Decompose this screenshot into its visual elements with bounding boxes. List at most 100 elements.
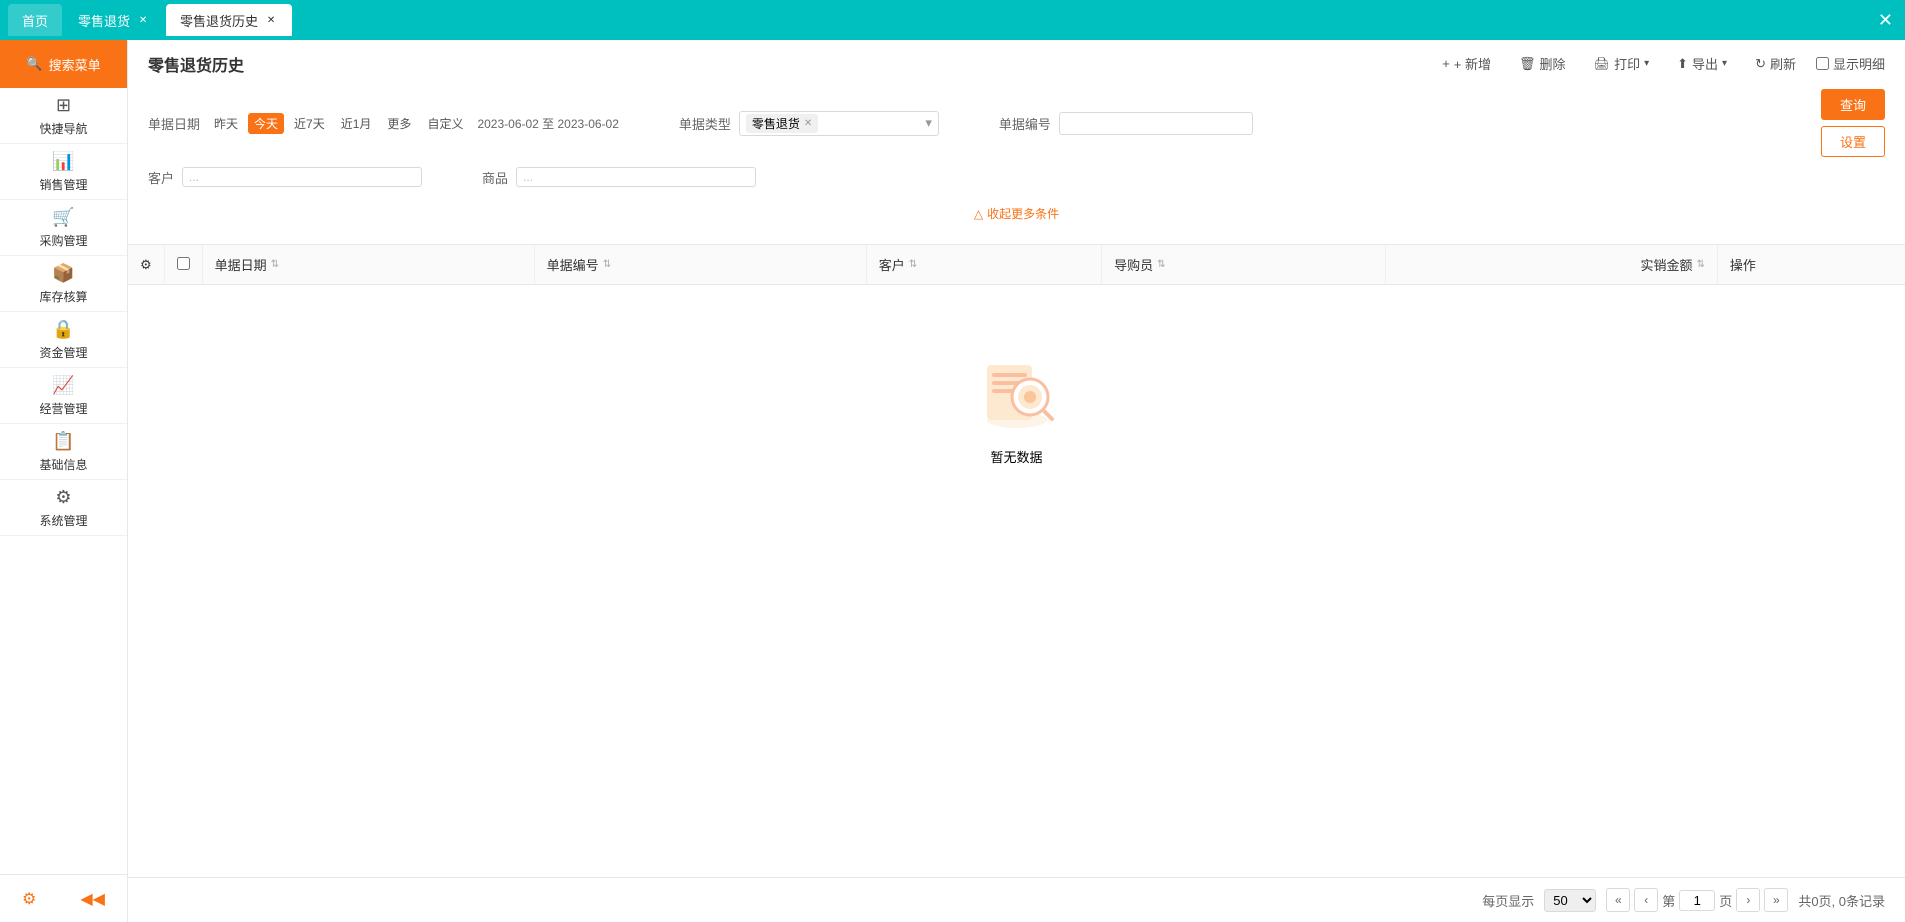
filter-row-2: 客户 ... 商品 ... (148, 167, 1885, 187)
page-size-select[interactable]: 50 10 20 100 (1544, 889, 1596, 912)
refresh-button[interactable]: ↻ 刷新 (1747, 50, 1804, 77)
sidebar-item-label-purchase: 采购管理 (39, 232, 87, 249)
date-buttons: 昨天 今天 近7天 近1月 更多 自定义 (208, 113, 469, 134)
tab-retail-return-label: 零售退货 (78, 11, 130, 30)
sidebar-item-operations[interactable]: 📈 经营管理 (0, 368, 127, 424)
page-title: 零售退货历史 (148, 52, 244, 76)
tab-retail-return-history-close[interactable]: ✕ (264, 13, 278, 27)
sidebar-item-label-sales: 销售管理 (39, 176, 87, 193)
export-button[interactable]: ⬆ 导出 ▾ (1669, 50, 1735, 77)
operations-icon: 📈 (52, 375, 74, 396)
type-label: 单据类型 (679, 114, 731, 133)
sidebar-item-sales[interactable]: 📊 销售管理 (0, 144, 127, 200)
date-btn-7days[interactable]: 近7天 (288, 113, 331, 134)
select-all-checkbox[interactable] (177, 257, 190, 270)
page-prev-button[interactable]: ‹ (1634, 888, 1658, 912)
print-icon: 🖨 (1594, 56, 1611, 72)
customer-label: 客户 (148, 168, 174, 187)
amount-sort-icon: ⇅ (1697, 259, 1705, 270)
sidebar-item-label-operations: 经营管理 (39, 400, 87, 417)
print-button[interactable]: 🖨 打印 ▾ (1586, 50, 1658, 77)
display-detail-checkbox[interactable]: 显示明细 (1816, 54, 1885, 73)
filter-voucher-item: 单据编号 (999, 112, 1253, 135)
settings-bottom-button[interactable]: ⚙ (22, 889, 36, 909)
page-last-button[interactable]: » (1764, 888, 1788, 912)
collapse-label: 收起更多条件 (987, 205, 1059, 222)
settings-icon[interactable]: ⚙ (140, 257, 152, 272)
th-action-label: 操作 (1730, 258, 1756, 273)
new-label: + 新增 (1454, 54, 1491, 73)
date-btn-yesterday[interactable]: 昨天 (208, 113, 244, 134)
th-amount[interactable]: 实销金额 ⇅ (1385, 245, 1717, 285)
type-dropdown-icon[interactable]: ▾ (925, 115, 932, 131)
empty-icon (972, 345, 1062, 435)
goods-label: 商品 (482, 168, 508, 187)
page-first-button[interactable]: « (1606, 888, 1630, 912)
sidebar-item-quick-nav[interactable]: ⊞ 快捷导航 (0, 88, 127, 144)
sidebar-search-label: 搜索菜单 (49, 55, 101, 74)
tab-list: 首页 零售退货 ✕ 零售退货历史 ✕ (8, 4, 1874, 36)
goods-input-container[interactable]: ... (516, 167, 756, 187)
type-tag-close[interactable]: ✕ (804, 118, 812, 129)
number-sort-icon: ⇅ (603, 259, 611, 270)
th-settings[interactable]: ⚙ (128, 245, 164, 285)
sidebar-item-basic-info[interactable]: 📋 基础信息 (0, 424, 127, 480)
export-label: 导出 (1692, 54, 1718, 73)
filter-type-item: 单据类型 零售退货 ✕ ▾ (679, 111, 939, 136)
th-customer[interactable]: 客户 ⇅ (866, 245, 1101, 285)
query-buttons: 查询 设置 (1821, 89, 1885, 157)
th-checkbox[interactable] (164, 245, 202, 285)
volume-bottom-button[interactable]: ◀◀ (80, 889, 105, 909)
topbar-close-button[interactable]: ✕ (1874, 6, 1897, 35)
goods-placeholder: ... (523, 170, 533, 184)
empty-state: 暂无数据 (128, 285, 1905, 526)
print-label: 打印 (1614, 54, 1640, 73)
th-number[interactable]: 单据编号 ⇅ (534, 245, 866, 285)
page-title-row: 零售退货历史 + + 新增 🗑 删除 🖨 打印 ▾ (148, 50, 1885, 77)
toolbar: + + 新增 🗑 删除 🖨 打印 ▾ ⬆ 导出 (1434, 50, 1885, 77)
filter-row-1: 单据日期 昨天 今天 近7天 近1月 更多 自定义 2023-06-02 至 2… (148, 89, 1885, 157)
date-btn-more[interactable]: 更多 (381, 113, 417, 134)
date-range-display: 2023-06-02 至 2023-06-02 (477, 115, 618, 132)
date-btn-1month[interactable]: 近1月 (335, 113, 378, 134)
display-detail-input[interactable] (1816, 57, 1829, 70)
page-next-button[interactable]: › (1736, 888, 1760, 912)
tab-retail-return[interactable]: 零售退货 ✕ (64, 4, 164, 36)
collapse-button[interactable]: △ 收起更多条件 (974, 205, 1059, 222)
tab-retail-return-history[interactable]: 零售退货历史 ✕ (166, 4, 292, 36)
refresh-label: 刷新 (1770, 54, 1796, 73)
delete-button[interactable]: 🗑 删除 (1511, 50, 1574, 77)
content-area: 零售退货历史 + + 新增 🗑 删除 🖨 打印 ▾ (128, 40, 1905, 922)
setting-button[interactable]: 设置 (1821, 126, 1885, 157)
query-button[interactable]: 查询 (1821, 89, 1885, 120)
print-chevron-icon: ▾ (1644, 58, 1649, 69)
sidebar-item-finance[interactable]: 🔒 资金管理 (0, 312, 127, 368)
inventory-icon: 📦 (52, 263, 74, 284)
voucher-input[interactable] (1059, 112, 1253, 135)
sidebar-item-system[interactable]: ⚙ 系统管理 (0, 480, 127, 536)
th-guide[interactable]: 导购员 ⇅ (1102, 245, 1386, 285)
page-label: 第 (1662, 891, 1675, 910)
th-amount-label: 实销金额 (1640, 255, 1692, 274)
th-date-label: 单据日期 (215, 255, 267, 274)
sidebar-item-purchase[interactable]: 🛒 采购管理 (0, 200, 127, 256)
new-button[interactable]: + + 新增 (1434, 50, 1499, 77)
pagination-bar: 每页显示 50 10 20 100 « ‹ 第 页 › » 共0页, 0条记录 (128, 877, 1905, 922)
customer-input-container[interactable]: ... (182, 167, 422, 187)
date-btn-custom[interactable]: 自定义 (421, 113, 469, 134)
th-date[interactable]: 单据日期 ⇅ (202, 245, 534, 285)
sidebar-item-inventory[interactable]: 📦 库存核算 (0, 256, 127, 312)
tab-retail-return-close[interactable]: ✕ (136, 13, 150, 27)
sidebar-search[interactable]: 🔍 搜索菜单 (0, 40, 127, 88)
type-tag-container[interactable]: 零售退货 ✕ ▾ (739, 111, 939, 136)
page-input[interactable] (1679, 890, 1715, 911)
empty-text: 暂无数据 (990, 447, 1042, 466)
sidebar-bottom: ⚙ ◀◀ (0, 874, 127, 922)
filter-section: 零售退货历史 + + 新增 🗑 删除 🖨 打印 ▾ (128, 40, 1905, 244)
delete-label: 删除 (1540, 54, 1566, 73)
th-customer-label: 客户 (879, 255, 905, 274)
th-number-label: 单据编号 (547, 255, 599, 274)
tab-home[interactable]: 首页 (8, 4, 62, 36)
type-tag: 零售退货 ✕ (746, 114, 818, 133)
date-btn-today[interactable]: 今天 (248, 113, 284, 134)
